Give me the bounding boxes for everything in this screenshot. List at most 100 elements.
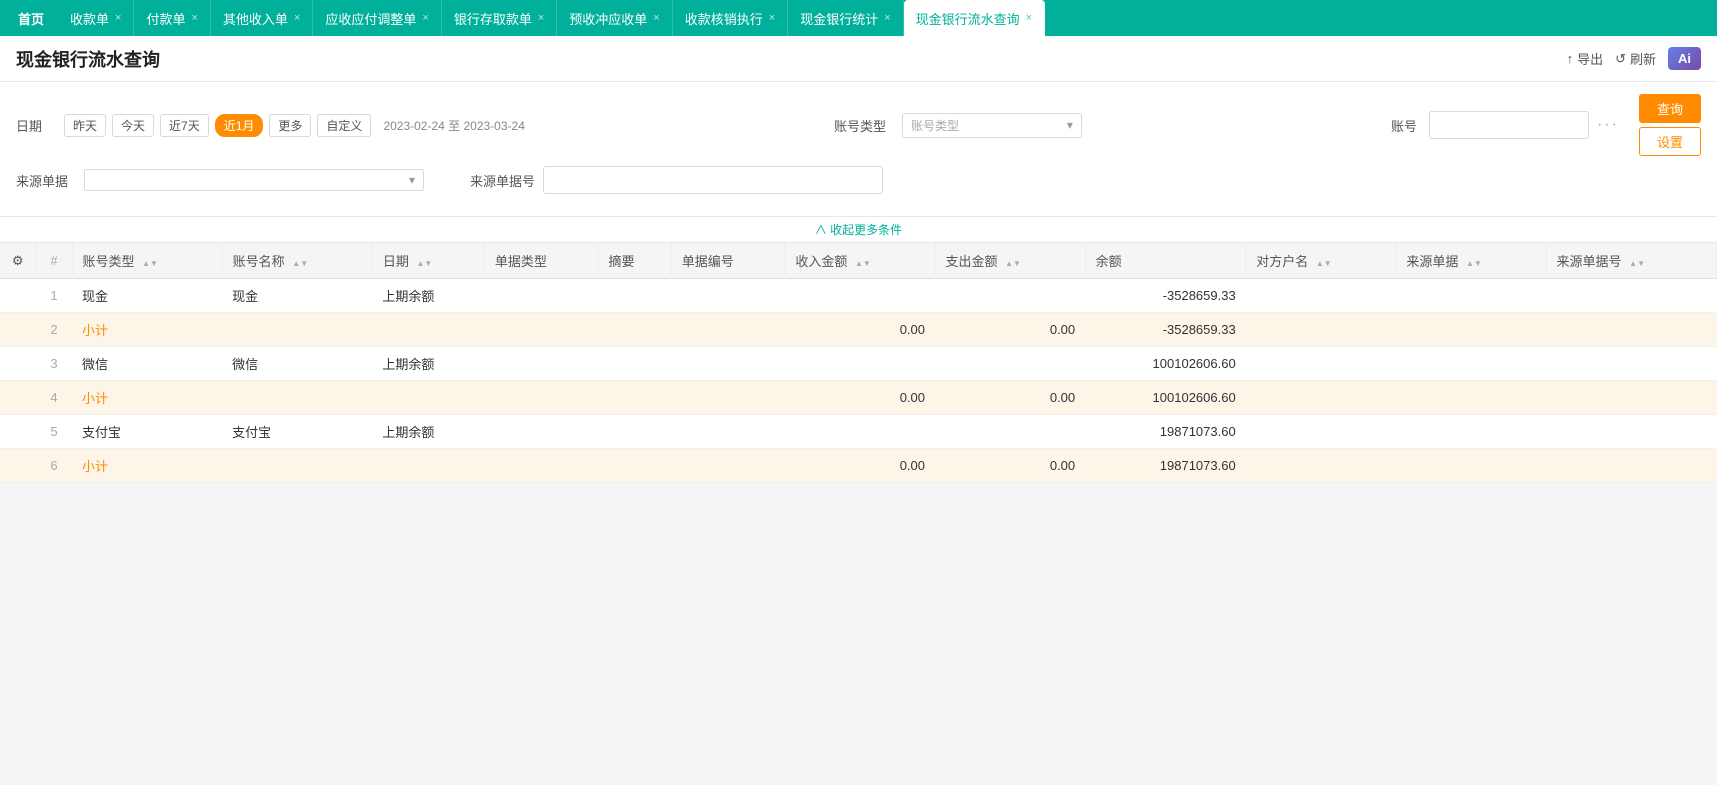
th-source-doc-num[interactable]: 来源单据号 ▲▼ (1546, 243, 1716, 279)
date-label: 日期 (16, 116, 56, 135)
th-income[interactable]: 收入金额 ▲▼ (785, 243, 935, 279)
settings-button[interactable]: 设置 (1639, 127, 1701, 156)
date-btn-custom[interactable]: 自定义 (317, 114, 371, 137)
th-gear[interactable]: ⚙ (0, 243, 36, 279)
query-button[interactable]: 查询 (1639, 94, 1701, 123)
account-type-select[interactable]: 账号类型 ▾ (902, 113, 1082, 138)
cell-counterparty (1246, 279, 1396, 313)
date-btn-today[interactable]: 今天 (112, 114, 154, 137)
row-gear[interactable] (0, 415, 36, 449)
nav-tab-yinhang[interactable]: 银行存取款单 × (442, 0, 557, 36)
data-table: ⚙ # 账号类型 ▲▼ 账号名称 ▲▼ 日期 ▲▼ 单据类型 (0, 243, 1717, 483)
close-icon[interactable]: × (191, 12, 197, 24)
nav-tab-shoukuan[interactable]: 收款核销执行 × (673, 0, 788, 36)
close-icon[interactable]: × (653, 12, 659, 24)
cell-account-type: 支付宝 (72, 415, 222, 449)
cell-source-doc (1396, 347, 1546, 381)
nav-tab-yushoudan[interactable]: 预收冲应收单 × (557, 0, 672, 36)
refresh-icon: ↺ (1615, 51, 1626, 67)
cell-date: 上期余额 (372, 415, 484, 449)
cell-account-type: 现金 (72, 279, 222, 313)
cell-balance: 100102606.60 (1085, 381, 1246, 415)
nav-tab-shoukundan[interactable]: 收款单 × (58, 0, 134, 36)
nav-tab-qitashourudan[interactable]: 其他收入单 × (211, 0, 313, 36)
row-gear[interactable] (0, 381, 36, 415)
row-gear[interactable] (0, 313, 36, 347)
close-icon[interactable]: × (1026, 12, 1032, 24)
cell-account-type: 微信 (72, 347, 222, 381)
account-type-label: 账号类型 (834, 116, 894, 135)
cell-account-name (222, 313, 372, 347)
date-btn-1month[interactable]: 近1月 (215, 114, 264, 137)
cell-summary (598, 415, 671, 449)
date-btn-7days[interactable]: 近7天 (160, 114, 209, 137)
cell-summary (598, 279, 671, 313)
page-header: 现金银行流水查询 ↑ 导出 ↺ 刷新 Ai (0, 36, 1717, 82)
th-doc-number[interactable]: 单据编号 (671, 243, 785, 279)
nav-tab-liushuichaxun[interactable]: 现金银行流水查询 × (904, 0, 1045, 36)
date-btn-more[interactable]: 更多 (269, 114, 311, 137)
chevron-up-icon: ∧ (815, 223, 827, 237)
cell-source-doc-num (1546, 381, 1716, 415)
nav-tab-xianjintongji[interactable]: 现金银行统计 × (788, 0, 903, 36)
cell-source-doc (1396, 313, 1546, 347)
filter-row-date: 日期 昨天 今天 近7天 近1月 更多 自定义 2023-02-24 至 202… (16, 94, 1701, 156)
nav-tab-yingshoutiaozheng[interactable]: 应收应付调整单 × (313, 0, 441, 36)
close-icon[interactable]: × (422, 12, 428, 24)
nav-home[interactable]: 首页 (4, 9, 58, 28)
account-input[interactable] (1429, 111, 1589, 139)
cell-doc-number (671, 381, 785, 415)
th-doc-type[interactable]: 单据类型 (484, 243, 598, 279)
cell-income (785, 347, 935, 381)
row-index: 6 (36, 449, 72, 483)
export-button[interactable]: ↑ 导出 (1567, 49, 1604, 68)
source-doc-num-label: 来源单据号 (470, 171, 535, 190)
th-summary[interactable]: 摘要 (598, 243, 671, 279)
cell-source-doc-num (1546, 347, 1716, 381)
chevron-down-icon: ▾ (1067, 118, 1073, 132)
source-doc-num-input[interactable] (543, 166, 883, 194)
source-doc-select[interactable]: ▾ (84, 169, 424, 191)
th-index: # (36, 243, 72, 279)
cell-source-doc-num (1546, 449, 1716, 483)
cell-doc-type (484, 313, 598, 347)
row-index: 5 (36, 415, 72, 449)
page-title: 现金银行流水查询 (16, 46, 160, 72)
source-doc-label: 来源单据 (16, 171, 76, 190)
more-options-button[interactable]: ··· (1597, 116, 1619, 134)
close-icon[interactable]: × (884, 12, 890, 24)
close-icon[interactable]: × (115, 12, 121, 24)
th-date[interactable]: 日期 ▲▼ (372, 243, 484, 279)
chevron-down-icon: ▾ (409, 173, 415, 187)
th-account-type[interactable]: 账号类型 ▲▼ (72, 243, 222, 279)
th-counterparty[interactable]: 对方户名 ▲▼ (1246, 243, 1396, 279)
date-btn-yesterday[interactable]: 昨天 (64, 114, 106, 137)
close-icon[interactable]: × (538, 12, 544, 24)
cell-source-doc (1396, 279, 1546, 313)
refresh-button[interactable]: ↺ 刷新 (1615, 49, 1656, 68)
th-balance[interactable]: 余额 (1085, 243, 1246, 279)
ai-button[interactable]: Ai (1668, 47, 1701, 70)
date-options: 昨天 今天 近7天 近1月 更多 自定义 (64, 114, 371, 137)
collapse-bar[interactable]: ∧ 收起更多条件 (0, 217, 1717, 243)
table-container: ⚙ # 账号类型 ▲▼ 账号名称 ▲▼ 日期 ▲▼ 单据类型 (0, 243, 1717, 483)
sort-icon: ▲▼ (1466, 260, 1482, 268)
cell-source-doc (1396, 449, 1546, 483)
th-account-name[interactable]: 账号名称 ▲▼ (222, 243, 372, 279)
th-expense[interactable]: 支出金额 ▲▼ (935, 243, 1085, 279)
row-gear[interactable] (0, 347, 36, 381)
cell-income (785, 415, 935, 449)
cell-source-doc (1396, 381, 1546, 415)
close-icon[interactable]: × (769, 12, 775, 24)
th-source-doc[interactable]: 来源单据 ▲▼ (1396, 243, 1546, 279)
cell-account-name (222, 381, 372, 415)
cell-expense: 0.00 (935, 381, 1085, 415)
cell-doc-type (484, 449, 598, 483)
close-icon[interactable]: × (294, 12, 300, 24)
nav-tab-fukundan[interactable]: 付款单 × (134, 0, 210, 36)
filter-row-source: 来源单据 ▾ 来源单据号 (16, 166, 1701, 194)
row-gear[interactable] (0, 449, 36, 483)
cell-account-type: 小计 (72, 313, 222, 347)
row-gear[interactable] (0, 279, 36, 313)
header-actions: ↑ 导出 ↺ 刷新 Ai (1567, 47, 1701, 70)
